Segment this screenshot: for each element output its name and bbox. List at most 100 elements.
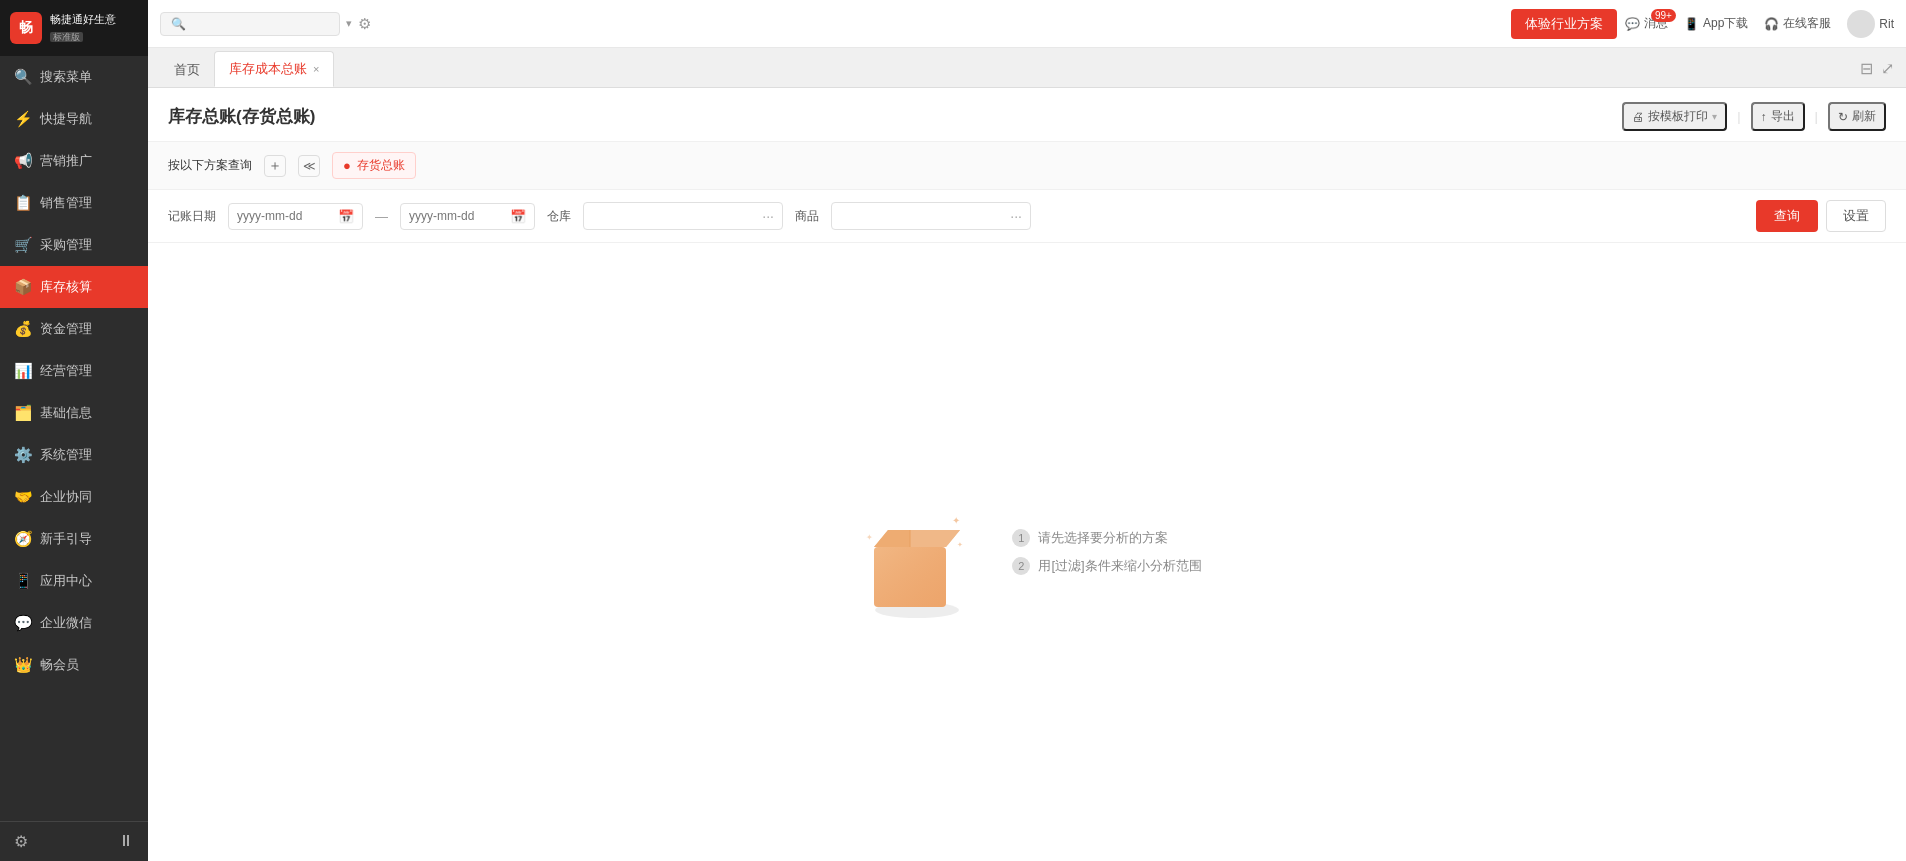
settings-icon[interactable]: ⚙ <box>14 832 28 851</box>
tabbar: 首页 库存成本总账 × ⊟ ⤢ <box>148 48 1906 88</box>
page-content: 库存总账(存货总账) 🖨 按模板打印 ▾ | ↑ 导出 | ↻ 刷新 <box>148 88 1906 861</box>
svg-text:✦: ✦ <box>866 533 873 542</box>
edition-tag: 标准版 <box>50 32 83 42</box>
hint-1-text: 请先选择要分析的方案 <box>1038 529 1168 547</box>
warehouse-more-icon[interactable]: ··· <box>762 208 774 224</box>
messages-badge: 99+ <box>1651 9 1676 22</box>
sidebar-item-marketing[interactable]: 📢 营销推广 <box>0 140 148 182</box>
date-separator: — <box>375 209 388 224</box>
date-end-input[interactable] <box>409 209 504 223</box>
tab-home[interactable]: 首页 <box>160 53 214 87</box>
export-icon: ↑ <box>1761 110 1767 124</box>
collapse-icon[interactable]: ⏸ <box>118 832 134 851</box>
topbar: 🔍 ▾ ⚙ 体验行业方案 💬 消息 99+ 📱 App下载 🎧 在线客服 <box>148 0 1906 48</box>
empty-illustration: ✦ ✦ ✦ <box>852 492 972 612</box>
empty-svg: ✦ ✦ ✦ <box>852 492 982 622</box>
scheme-name: 存货总账 <box>357 157 405 174</box>
logo-icon: 畅 <box>10 12 42 44</box>
shortcut-icon: ⚡ <box>14 110 32 128</box>
app-download-label: App下载 <box>1703 15 1748 32</box>
refresh-button[interactable]: ↻ 刷新 <box>1828 102 1886 131</box>
sidebar: 畅 畅捷通好生意 标准版 🔍 搜索菜单 ⚡ 快捷导航 📢 营销推广 📋 销售管理… <box>0 0 148 861</box>
refresh-icon: ↻ <box>1838 110 1848 124</box>
online-support-item[interactable]: 🎧 在线客服 <box>1764 15 1831 32</box>
main-content: 🔍 ▾ ⚙ 体验行业方案 💬 消息 99+ 📱 App下载 🎧 在线客服 <box>148 0 1906 861</box>
sidebar-item-system[interactable]: ⚙️ 系统管理 <box>0 434 148 476</box>
filter-collapse-button[interactable]: ≪ <box>298 155 320 177</box>
svg-text:✦: ✦ <box>957 541 963 548</box>
svg-text:✦: ✦ <box>952 515 960 526</box>
settings-button[interactable]: 设置 <box>1826 200 1886 232</box>
sidebar-item-finance[interactable]: 💰 资金管理 <box>0 308 148 350</box>
sidebar-item-purchase[interactable]: 🛒 采购管理 <box>0 224 148 266</box>
cooperation-icon: 🤝 <box>14 488 32 506</box>
tab-close-icon[interactable]: × <box>313 64 319 75</box>
refresh-label: 刷新 <box>1852 108 1876 125</box>
purchase-icon: 🛒 <box>14 236 32 254</box>
sidebar-item-label: 经营管理 <box>40 362 92 380</box>
filter-scheme-item[interactable]: ● 存货总账 <box>332 152 416 179</box>
sidebar-item-basic[interactable]: 🗂️ 基础信息 <box>0 392 148 434</box>
empty-state: ✦ ✦ ✦ 1 请先选择要分析的方案 <box>148 243 1906 861</box>
sidebar-item-label: 新手引导 <box>40 530 92 548</box>
goods-select[interactable]: ··· <box>831 202 1031 230</box>
expand-icon[interactable]: ⤢ <box>1881 58 1894 77</box>
ledger-actions-right: 查询 设置 <box>1756 200 1886 232</box>
app-icon: 📱 <box>14 572 32 590</box>
date-start-input[interactable] <box>237 209 332 223</box>
date-start-field[interactable]: 📅 <box>228 203 363 230</box>
calendar-end-icon[interactable]: 📅 <box>510 209 526 224</box>
page-title: 库存总账(存货总账) <box>168 105 315 128</box>
svg-marker-5 <box>910 530 960 547</box>
user-item[interactable]: Rit <box>1847 10 1894 38</box>
sidebar-item-label: 采购管理 <box>40 236 92 254</box>
sidebar-item-label: 畅会员 <box>40 656 79 674</box>
filter-label: 按以下方案查询 <box>168 157 252 174</box>
sidebar-item-management[interactable]: 📊 经营管理 <box>0 350 148 392</box>
sidebar-item-label: 搜索菜单 <box>40 68 92 86</box>
topbar-right: 💬 消息 99+ 📱 App下载 🎧 在线客服 Rit <box>1625 10 1894 38</box>
sidebar-item-inventory[interactable]: 📦 库存核算 <box>0 266 148 308</box>
search-box[interactable]: 🔍 <box>160 12 340 36</box>
sidebar-item-label: 系统管理 <box>40 446 92 464</box>
chevron-down-icon[interactable]: ▾ <box>346 17 352 30</box>
sidebar-item-label: 快捷导航 <box>40 110 92 128</box>
empty-hints: 1 请先选择要分析的方案 2 用[过滤]条件来缩小分析范围 <box>1012 529 1201 575</box>
sidebar-item-shortcut[interactable]: ⚡ 快捷导航 <box>0 98 148 140</box>
warehouse-select[interactable]: ··· <box>583 202 783 230</box>
hint-1-num: 1 <box>1012 529 1030 547</box>
app-logo: 畅 畅捷通好生意 标准版 <box>0 0 148 56</box>
filter-add-button[interactable]: ＋ <box>264 155 286 177</box>
tab-inventory-ledger[interactable]: 库存成本总账 × <box>214 51 334 87</box>
sidebar-item-cooperation[interactable]: 🤝 企业协同 <box>0 476 148 518</box>
sidebar-item-search[interactable]: 🔍 搜索菜单 <box>0 56 148 98</box>
export-label: 导出 <box>1771 108 1795 125</box>
sidebar-item-label: 资金管理 <box>40 320 92 338</box>
date-end-field[interactable]: 📅 <box>400 203 535 230</box>
sidebar-item-app[interactable]: 📱 应用中心 <box>0 560 148 602</box>
svg-marker-4 <box>874 530 910 547</box>
sidebar-item-guide[interactable]: 🧭 新手引导 <box>0 518 148 560</box>
sidebar-item-label: 企业协同 <box>40 488 92 506</box>
app-download-item[interactable]: 📱 App下载 <box>1684 15 1748 32</box>
empty-hint-1: 1 请先选择要分析的方案 <box>1012 529 1201 547</box>
gear-icon[interactable]: ⚙ <box>358 15 371 33</box>
goods-more-icon[interactable]: ··· <box>1010 208 1022 224</box>
sales-icon: 📋 <box>14 194 32 212</box>
guide-icon: 🧭 <box>14 530 32 548</box>
calendar-start-icon[interactable]: 📅 <box>338 209 354 224</box>
sidebar-item-label: 库存核算 <box>40 278 92 296</box>
print-button[interactable]: 🖨 按模板打印 ▾ <box>1622 102 1727 131</box>
inventory-icon: 📦 <box>14 278 32 296</box>
minimize-icon[interactable]: ⊟ <box>1860 58 1873 77</box>
trial-button[interactable]: 体验行业方案 <box>1511 9 1617 39</box>
export-button[interactable]: ↑ 导出 <box>1751 102 1805 131</box>
sidebar-item-wechat[interactable]: 💬 企业微信 <box>0 602 148 644</box>
query-button[interactable]: 查询 <box>1756 200 1818 232</box>
sidebar-item-member[interactable]: 👑 畅会员 <box>0 644 148 686</box>
messages-item[interactable]: 💬 消息 99+ <box>1625 15 1668 32</box>
sidebar-item-sales[interactable]: 📋 销售管理 <box>0 182 148 224</box>
date-field-label: 记账日期 <box>168 208 216 225</box>
svg-rect-2 <box>874 547 946 607</box>
page-header: 库存总账(存货总账) 🖨 按模板打印 ▾ | ↑ 导出 | ↻ 刷新 <box>148 88 1906 142</box>
